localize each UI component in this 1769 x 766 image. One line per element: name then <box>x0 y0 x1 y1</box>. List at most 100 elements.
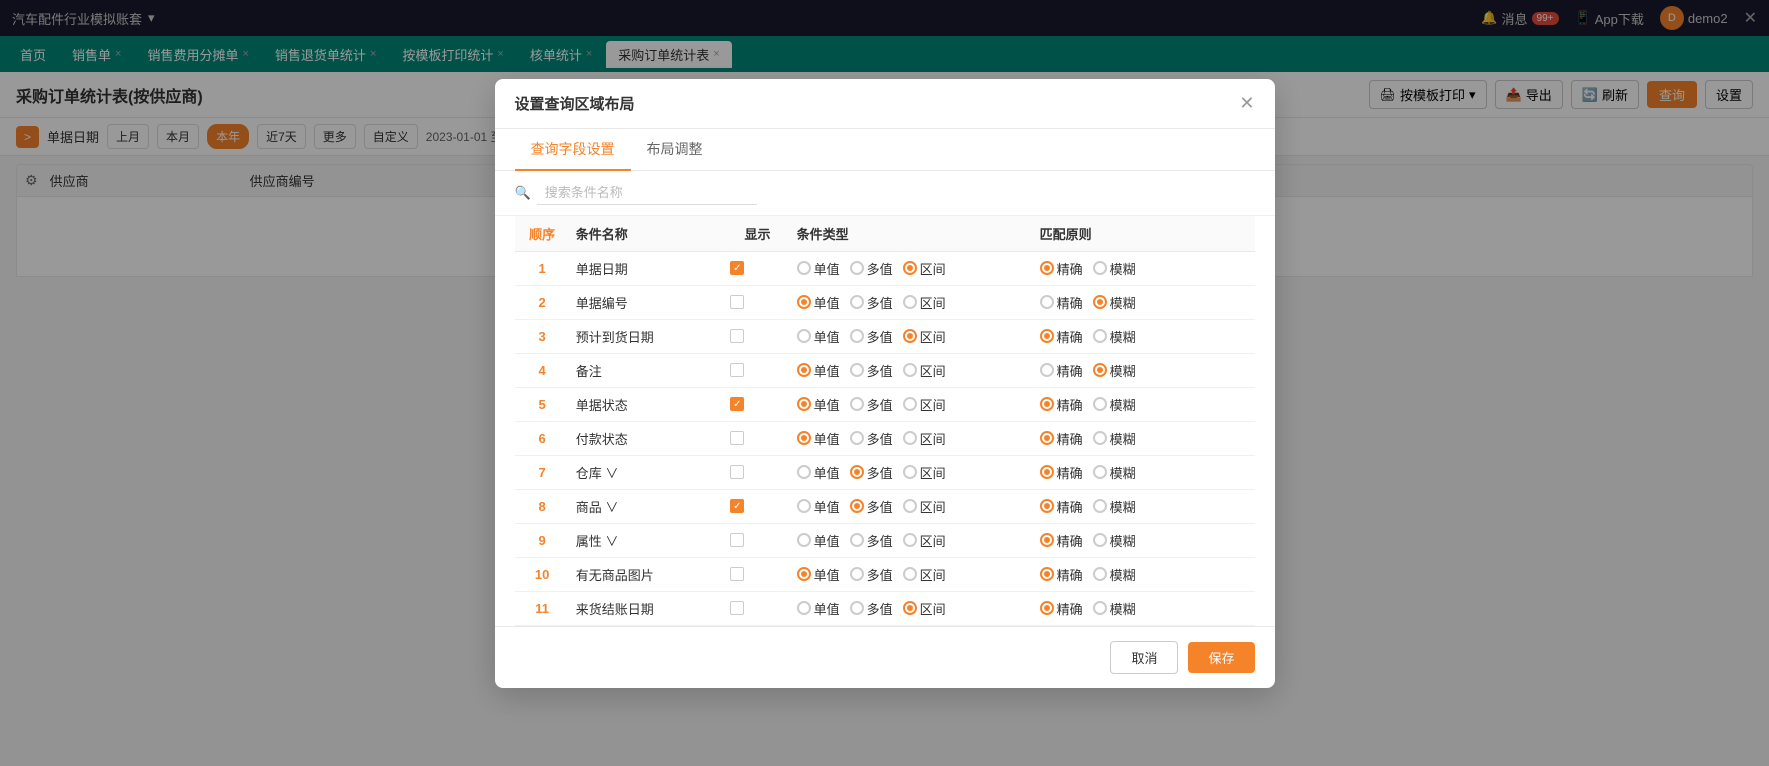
checkbox-4[interactable]: ✓ <box>730 397 744 411</box>
type-radio-4-0[interactable]: 单值 <box>797 395 840 414</box>
type-radio-3-1[interactable]: 多值 <box>850 361 893 380</box>
type-radio-1-0[interactable]: 单值 <box>797 293 840 312</box>
type-radio-7-0[interactable]: 单值 <box>797 497 840 516</box>
rule-radio-2-0[interactable]: 精确 <box>1040 327 1083 346</box>
radio-circle-2-0 <box>797 329 811 343</box>
rule-radio-3-1[interactable]: 模糊 <box>1093 361 1136 380</box>
row-show-3[interactable] <box>724 353 790 387</box>
rule-radio-8-1[interactable]: 模糊 <box>1093 531 1136 550</box>
search-box: 🔍 <box>495 171 1275 216</box>
type-radio-0-1[interactable]: 多值 <box>850 259 893 278</box>
type-radio-2-0[interactable]: 单值 <box>797 327 840 346</box>
type-radio-5-2[interactable]: 区间 <box>903 429 946 448</box>
settings-table: 顺序 条件名称 显示 条件类型 匹配原则 <box>515 216 1255 626</box>
rule-radio-0-0[interactable]: 精确 <box>1040 259 1083 278</box>
rule-radio-3-0[interactable]: 精确 <box>1040 361 1083 380</box>
row-type-1: 单值多值区间 <box>791 285 1034 319</box>
rule-radio-6-0[interactable]: 精确 <box>1040 463 1083 482</box>
dialog-header: 设置查询区域布局 ✕ <box>495 79 1275 129</box>
dialog-close-button[interactable]: ✕ <box>1239 94 1254 112</box>
rule-circle-6-0 <box>1040 465 1054 479</box>
checkbox-1[interactable] <box>730 295 744 309</box>
type-radio-6-0[interactable]: 单值 <box>797 463 840 482</box>
row-show-2[interactable] <box>724 319 790 353</box>
type-radio-5-0[interactable]: 单值 <box>797 429 840 448</box>
search-icon: 🔍 <box>515 185 531 201</box>
rule-radio-10-0[interactable]: 精确 <box>1040 599 1083 618</box>
rule-radio-9-1[interactable]: 模糊 <box>1093 565 1136 584</box>
rule-radio-7-1[interactable]: 模糊 <box>1093 497 1136 516</box>
rule-radio-5-1[interactable]: 模糊 <box>1093 429 1136 448</box>
type-radio-10-2[interactable]: 区间 <box>903 599 946 618</box>
dialog-tab-layout-label: 布局调整 <box>647 141 703 157</box>
type-radio-6-1[interactable]: 多值 <box>850 463 893 482</box>
row-type-2: 单值多值区间 <box>791 319 1034 353</box>
row-show-9[interactable] <box>724 557 790 591</box>
rule-radio-1-0[interactable]: 精确 <box>1040 293 1083 312</box>
type-radio-6-2[interactable]: 区间 <box>903 463 946 482</box>
type-radio-3-2[interactable]: 区间 <box>903 361 946 380</box>
rule-radio-0-1[interactable]: 模糊 <box>1093 259 1136 278</box>
row-name-1: 单据编号 <box>570 285 725 319</box>
checkbox-0[interactable]: ✓ <box>730 261 744 275</box>
checkbox-6[interactable] <box>730 465 744 479</box>
row-show-5[interactable] <box>724 421 790 455</box>
type-radio-9-1[interactable]: 多值 <box>850 565 893 584</box>
checkbox-9[interactable] <box>730 567 744 581</box>
th-rule: 匹配原则 <box>1034 216 1255 252</box>
type-radio-1-2[interactable]: 区间 <box>903 293 946 312</box>
row-show-8[interactable] <box>724 523 790 557</box>
checkbox-3[interactable] <box>730 363 744 377</box>
rule-radio-9-0[interactable]: 精确 <box>1040 565 1083 584</box>
rule-radio-1-1[interactable]: 模糊 <box>1093 293 1136 312</box>
cancel-button[interactable]: 取消 <box>1110 641 1178 674</box>
radio-circle-8-1 <box>850 533 864 547</box>
rule-radio-5-0[interactable]: 精确 <box>1040 429 1083 448</box>
row-rule-7: 精确模糊 <box>1034 489 1255 523</box>
checkbox-2[interactable] <box>730 329 744 343</box>
modal-overlay: 设置查询区域布局 ✕ 查询字段设置 布局调整 🔍 顺序 <box>0 0 1769 766</box>
dialog-tab-query-label: 查询字段设置 <box>531 141 615 157</box>
type-radio-2-1[interactable]: 多值 <box>850 327 893 346</box>
row-show-4[interactable]: ✓ <box>724 387 790 421</box>
row-show-10[interactable] <box>724 591 790 625</box>
rule-radio-10-1[interactable]: 模糊 <box>1093 599 1136 618</box>
type-radio-4-2[interactable]: 区间 <box>903 395 946 414</box>
type-radio-2-2[interactable]: 区间 <box>903 327 946 346</box>
type-radio-0-2[interactable]: 区间 <box>903 259 946 278</box>
type-radio-3-0[interactable]: 单值 <box>797 361 840 380</box>
type-radio-5-1[interactable]: 多值 <box>850 429 893 448</box>
type-radio-7-1[interactable]: 多值 <box>850 497 893 516</box>
radio-circle-7-2 <box>903 499 917 513</box>
type-radio-7-2[interactable]: 区间 <box>903 497 946 516</box>
type-radio-10-1[interactable]: 多值 <box>850 599 893 618</box>
row-show-6[interactable] <box>724 455 790 489</box>
type-radio-9-0[interactable]: 单值 <box>797 565 840 584</box>
rule-radio-4-1[interactable]: 模糊 <box>1093 395 1136 414</box>
rule-circle-1-0 <box>1040 295 1054 309</box>
type-radio-9-2[interactable]: 区间 <box>903 565 946 584</box>
checkbox-10[interactable] <box>730 601 744 615</box>
row-show-0[interactable]: ✓ <box>724 251 790 285</box>
dialog-tab-query-fields[interactable]: 查询字段设置 <box>515 129 631 171</box>
rule-radio-2-1[interactable]: 模糊 <box>1093 327 1136 346</box>
rule-radio-6-1[interactable]: 模糊 <box>1093 463 1136 482</box>
type-radio-8-1[interactable]: 多值 <box>850 531 893 550</box>
type-radio-4-1[interactable]: 多值 <box>850 395 893 414</box>
save-button[interactable]: 保存 <box>1188 642 1254 673</box>
type-radio-8-2[interactable]: 区间 <box>903 531 946 550</box>
type-radio-0-0[interactable]: 单值 <box>797 259 840 278</box>
rule-radio-8-0[interactable]: 精确 <box>1040 531 1083 550</box>
search-input[interactable] <box>537 181 757 205</box>
checkbox-8[interactable] <box>730 533 744 547</box>
row-show-1[interactable] <box>724 285 790 319</box>
dialog-tab-layout[interactable]: 布局调整 <box>631 129 719 171</box>
checkbox-5[interactable] <box>730 431 744 445</box>
type-radio-10-0[interactable]: 单值 <box>797 599 840 618</box>
rule-radio-4-0[interactable]: 精确 <box>1040 395 1083 414</box>
type-radio-8-0[interactable]: 单值 <box>797 531 840 550</box>
type-radio-1-1[interactable]: 多值 <box>850 293 893 312</box>
checkbox-7[interactable]: ✓ <box>730 499 744 513</box>
row-show-7[interactable]: ✓ <box>724 489 790 523</box>
rule-radio-7-0[interactable]: 精确 <box>1040 497 1083 516</box>
